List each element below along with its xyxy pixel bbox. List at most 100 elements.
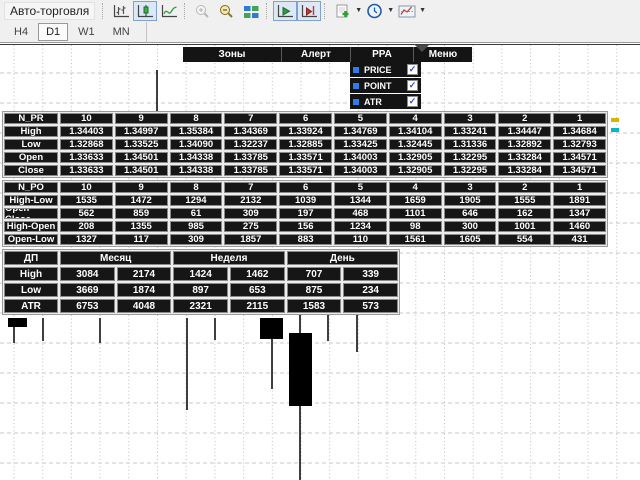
table-cell: 1.32295 bbox=[443, 165, 497, 176]
group-header: Неделя bbox=[173, 251, 285, 265]
line-chart-icon[interactable] bbox=[157, 1, 181, 21]
table-cell: 339 bbox=[343, 267, 398, 281]
candlestick bbox=[289, 333, 312, 406]
tile-windows-icon[interactable] bbox=[239, 1, 263, 21]
table-cell: 1472 bbox=[114, 195, 168, 206]
templates-dropdown-caret-icon[interactable]: ▼ bbox=[419, 1, 426, 21]
dropdown-item-label: PRICE bbox=[364, 64, 392, 75]
table-cell: 1659 bbox=[388, 195, 442, 206]
column-header: 6 bbox=[279, 113, 332, 124]
templates-icon[interactable] bbox=[395, 1, 419, 21]
table-cell: 646 bbox=[443, 208, 497, 219]
points-table-n-po: N_PO 10 9 8 7 6 5 4 3 2 1 High-Low 1535 1472 1294 2132 1… bbox=[2, 180, 608, 247]
table-title: ДП bbox=[4, 251, 58, 265]
table-cell: 1.33284 bbox=[498, 165, 552, 176]
table-cell: 1.33633 bbox=[60, 152, 113, 163]
table-cell: 1.32905 bbox=[388, 165, 442, 176]
table-cell: 1.32237 bbox=[224, 139, 278, 150]
table-cell: 1.33571 bbox=[279, 165, 332, 176]
table-cell: 1.32905 bbox=[388, 152, 442, 163]
table-cell: 1.33425 bbox=[333, 139, 387, 150]
table-cell: 1294 bbox=[169, 195, 223, 206]
table-cell: 1.34447 bbox=[498, 126, 552, 137]
row-label: Low bbox=[4, 139, 58, 150]
dropdown-item-point[interactable]: POINT ✓ bbox=[350, 78, 421, 93]
row-label: Close bbox=[4, 165, 58, 176]
column-header: 6 bbox=[279, 182, 332, 193]
periods-icon[interactable] bbox=[363, 1, 387, 21]
table-cell: 197 bbox=[279, 208, 332, 219]
column-header: 5 bbox=[333, 113, 387, 124]
table-cell: 98 bbox=[388, 221, 442, 232]
dropdown-item-price[interactable]: PRICE ✓ bbox=[350, 62, 421, 77]
table-cell: 1.34684 bbox=[553, 126, 606, 137]
table-cell: 1424 bbox=[173, 267, 228, 281]
tab-h4[interactable]: H4 bbox=[6, 23, 36, 41]
tab-mn[interactable]: MN bbox=[105, 23, 138, 41]
table-cell: 1583 bbox=[286, 299, 342, 313]
table-cell: 1.32885 bbox=[279, 139, 332, 150]
auto-scroll-icon[interactable] bbox=[273, 1, 298, 21]
table-cell: 1.34501 bbox=[114, 152, 168, 163]
table-cell: 2174 bbox=[116, 267, 172, 281]
indicators-dropdown-caret-icon[interactable]: ▼ bbox=[355, 1, 362, 21]
row-label: Open bbox=[4, 152, 58, 163]
checkbox-price[interactable]: ✓ bbox=[407, 64, 418, 75]
price-level-marker-icon bbox=[611, 128, 619, 132]
dropdown-item-atr[interactable]: ATR ✓ bbox=[350, 94, 421, 109]
table-cell: 61 bbox=[169, 208, 223, 219]
table-cell: 1.34003 bbox=[333, 152, 387, 163]
candlestick-chart-icon[interactable] bbox=[133, 1, 158, 21]
autotrade-button[interactable]: Авто-торговля bbox=[4, 2, 96, 20]
row-label: Open-Close bbox=[4, 208, 58, 219]
column-header: 5 bbox=[333, 182, 387, 193]
table-cell: 985 bbox=[169, 221, 223, 232]
periods-dropdown-caret-icon[interactable]: ▼ bbox=[387, 1, 394, 21]
tab-w1[interactable]: W1 bbox=[70, 23, 103, 41]
zoom-in-icon[interactable] bbox=[191, 1, 215, 21]
table-cell: 859 bbox=[114, 208, 168, 219]
column-header: 1 bbox=[553, 182, 606, 193]
group-header: Месяц bbox=[60, 251, 172, 265]
table-cell: 2321 bbox=[173, 299, 228, 313]
chart-area[interactable]: Зоны Алерт PPA Меню PRICE ✓ POINT ✓ ATR ✓ N_PR 10… bbox=[0, 44, 640, 480]
bar-chart-icon[interactable] bbox=[109, 1, 133, 21]
row-label: High-Low bbox=[4, 195, 58, 206]
zoom-out-icon[interactable] bbox=[215, 1, 239, 21]
column-header: 10 bbox=[60, 182, 113, 193]
column-header: 3 bbox=[443, 182, 497, 193]
row-label: Low bbox=[4, 283, 58, 297]
table-cell: 468 bbox=[333, 208, 387, 219]
table-cell: 897 bbox=[173, 283, 228, 297]
menu-collapse-arrow-icon[interactable] bbox=[415, 45, 429, 52]
table-cell: 1874 bbox=[116, 283, 172, 297]
table-cell: 1.32892 bbox=[498, 139, 552, 150]
column-header: 3 bbox=[443, 113, 497, 124]
table-cell: 573 bbox=[343, 299, 398, 313]
tab-d1[interactable]: D1 bbox=[38, 23, 69, 41]
table-cell: 1.33785 bbox=[224, 152, 278, 163]
table-cell: 234 bbox=[343, 283, 398, 297]
indicators-icon[interactable] bbox=[331, 1, 355, 21]
group-header: День bbox=[286, 251, 398, 265]
table-cell: 1.33571 bbox=[279, 152, 332, 163]
table-cell: 1.34338 bbox=[169, 152, 223, 163]
checkbox-point[interactable]: ✓ bbox=[407, 80, 418, 91]
table-cell: 1001 bbox=[498, 221, 552, 232]
chart-shift-icon[interactable] bbox=[297, 1, 322, 21]
menu-item-ppa[interactable]: PPA bbox=[350, 47, 413, 62]
row-label: ATR bbox=[4, 299, 58, 313]
table-cell: 1857 bbox=[224, 234, 278, 245]
candlestick bbox=[8, 318, 27, 327]
table-cell: 110 bbox=[333, 234, 387, 245]
menu-item-алерт[interactable]: Алерт bbox=[281, 47, 350, 62]
menu-item-зоны[interactable]: Зоны bbox=[183, 47, 281, 62]
table-cell: 1.33284 bbox=[498, 152, 552, 163]
table-cell: 431 bbox=[553, 234, 606, 245]
table-cell: 3084 bbox=[60, 267, 115, 281]
checkbox-atr[interactable]: ✓ bbox=[407, 96, 418, 107]
chart-tabbar: H4 D1 W1 MN bbox=[0, 21, 640, 43]
table-cell: 2132 bbox=[224, 195, 278, 206]
table-cell: 1.34571 bbox=[553, 152, 606, 163]
price-table-n-pr: N_PR 10 9 8 7 6 5 4 3 2 1 High 1.34403 1.34997 1.35384… bbox=[2, 111, 608, 178]
